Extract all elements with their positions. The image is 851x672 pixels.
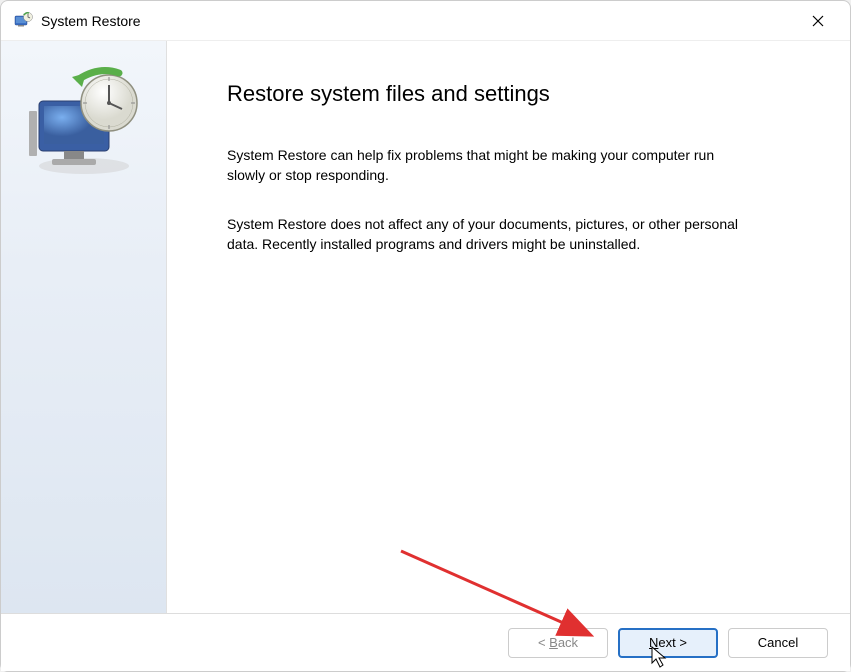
- intro-paragraph-2: System Restore does not affect any of yo…: [227, 214, 747, 255]
- sidebar: [1, 41, 167, 613]
- back-button: < Back: [508, 628, 608, 658]
- page-heading: Restore system files and settings: [227, 81, 800, 107]
- titlebar: System Restore: [1, 1, 850, 41]
- content-area: Restore system files and settings System…: [167, 41, 850, 613]
- system-restore-window: System Restore: [0, 0, 851, 672]
- restore-illustration: [24, 61, 144, 181]
- app-icon: [13, 11, 33, 31]
- close-icon: [812, 15, 824, 27]
- window-title: System Restore: [41, 13, 798, 29]
- next-button[interactable]: Next >: [618, 628, 718, 658]
- cancel-button[interactable]: Cancel: [728, 628, 828, 658]
- intro-paragraph-1: System Restore can help fix problems tha…: [227, 145, 747, 186]
- body-area: Restore system files and settings System…: [1, 41, 850, 613]
- close-button[interactable]: [798, 7, 838, 35]
- footer-buttons: < Back Next > Cancel: [1, 613, 850, 671]
